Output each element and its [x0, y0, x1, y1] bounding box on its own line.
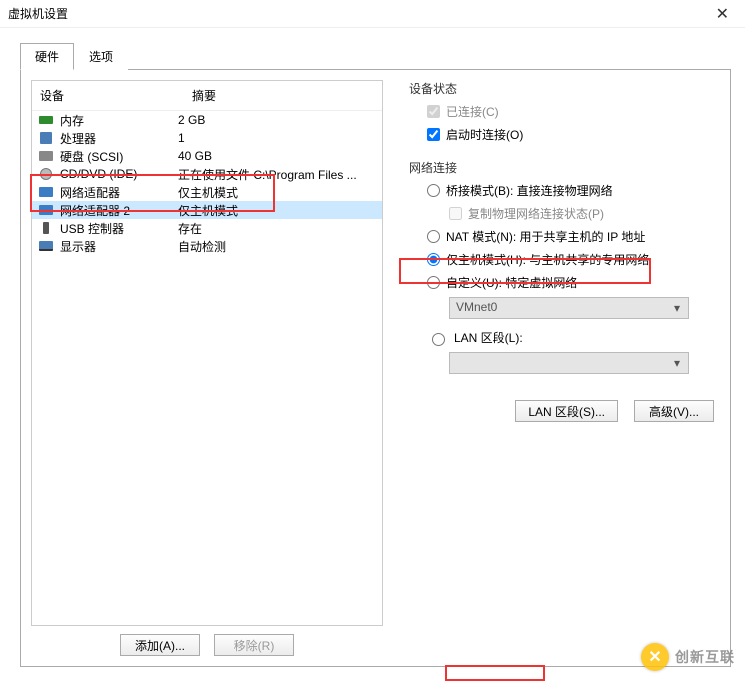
replicate-row: 复制物理网络连接状态(P) [449, 205, 714, 222]
device-header-summary: 摘要 [192, 87, 216, 104]
radio-bridged-label[interactable]: 桥接模式(B): 直接连接物理网络 [446, 182, 613, 199]
device-row-net1[interactable]: 网络适配器 仅主机模式 [32, 183, 382, 201]
tab-options[interactable]: 选项 [74, 43, 128, 70]
close-icon[interactable]: ✕ [708, 4, 737, 24]
device-row-usb[interactable]: USB 控制器 存在 [32, 219, 382, 237]
connect-at-power-label[interactable]: 启动时连接(O) [446, 126, 523, 143]
connected-label: 已连接(C) [446, 103, 499, 120]
advanced-button[interactable]: 高级(V)... [634, 400, 714, 422]
connected-checkbox [427, 105, 440, 118]
display-icon [38, 239, 54, 253]
device-row-cpu[interactable]: 处理器 1 [32, 129, 382, 147]
device-summary: 2 GB [178, 113, 376, 127]
device-summary: 自动检测 [178, 238, 376, 255]
device-row-display[interactable]: 显示器 自动检测 [32, 237, 382, 255]
title-bar: 虚拟机设置 ✕ [0, 0, 745, 28]
replicate-label: 复制物理网络连接状态(P) [468, 205, 604, 222]
device-status-title: 设备状态 [409, 80, 714, 97]
radio-hostonly[interactable] [427, 253, 440, 266]
radio-custom-row: 自定义(U): 特定虚拟网络 [427, 274, 714, 291]
connect-at-power-checkbox[interactable] [427, 128, 440, 141]
highlight-bottom [445, 665, 545, 681]
device-summary: 40 GB [178, 149, 376, 163]
device-name: 显示器 [60, 238, 96, 255]
connected-checkbox-row: 已连接(C) [427, 103, 714, 120]
network-icon [38, 203, 54, 217]
device-name: 网络适配器 [60, 184, 120, 201]
window-title: 虚拟机设置 [8, 5, 708, 22]
left-bottom-buttons: 添加(A)... 移除(R) [31, 634, 383, 656]
vmnet-select: VMnet0 [449, 297, 689, 319]
device-row-cd[interactable]: CD/DVD (IDE) 正在使用文件 C:\Program Files ... [32, 165, 382, 183]
right-buttons: LAN 区段(S)... 高级(V)... [409, 400, 714, 422]
tab-strip: 硬件 选项 [0, 28, 745, 69]
lan-segment-select [449, 352, 689, 374]
lan-segments-button[interactable]: LAN 区段(S)... [515, 400, 618, 422]
connect-at-power-row: 启动时连接(O) [427, 126, 714, 143]
usb-icon [38, 221, 54, 235]
radio-bridged-row: 桥接模式(B): 直接连接物理网络 [427, 182, 714, 199]
radio-nat-row: NAT 模式(N): 用于共享主机的 IP 地址 [427, 228, 714, 245]
device-header-device: 设备 [40, 87, 192, 104]
device-summary: 仅主机模式 [178, 202, 376, 219]
device-summary: 正在使用文件 C:\Program Files ... [178, 166, 376, 183]
add-button[interactable]: 添加(A)... [120, 634, 200, 656]
memory-icon [38, 113, 54, 127]
replicate-checkbox [449, 207, 462, 220]
disk-icon [38, 149, 54, 163]
right-panel: 设备状态 已连接(C) 启动时连接(O) 网络连接 桥接模式(B): 直接连接物… [403, 80, 720, 656]
device-name: CD/DVD (IDE) [60, 167, 137, 181]
cd-icon [38, 167, 54, 181]
device-name: USB 控制器 [60, 220, 124, 237]
cpu-icon [38, 131, 54, 145]
device-name: 网络适配器 2 [60, 202, 130, 219]
radio-lan-segment[interactable] [432, 333, 445, 346]
radio-custom-label[interactable]: 自定义(U): 特定虚拟网络 [446, 274, 577, 291]
device-summary: 仅主机模式 [178, 184, 376, 201]
watermark-text: 创新互联 [675, 647, 735, 667]
radio-custom[interactable] [427, 276, 440, 289]
radio-hostonly-label[interactable]: 仅主机模式(H): 与主机共享的专用网络 [446, 251, 649, 268]
device-row-memory[interactable]: 内存 2 GB [32, 111, 382, 129]
radio-nat-label[interactable]: NAT 模式(N): 用于共享主机的 IP 地址 [446, 228, 645, 245]
device-name: 处理器 [60, 130, 96, 147]
device-summary: 1 [178, 131, 376, 145]
remove-button: 移除(R) [214, 634, 294, 656]
watermark: ✕ 创新互联 [641, 643, 735, 671]
network-connection-title: 网络连接 [409, 159, 714, 176]
left-panel: 设备 摘要 内存 2 GB 处理器 1 硬盘 (SCSI) 40 GB CD/D… [31, 80, 383, 656]
device-row-net2[interactable]: 网络适配器 2 仅主机模式 [32, 201, 382, 219]
device-summary: 存在 [178, 220, 376, 237]
tab-content: 设备 摘要 内存 2 GB 处理器 1 硬盘 (SCSI) 40 GB CD/D… [20, 69, 731, 667]
device-name: 硬盘 (SCSI) [60, 148, 123, 165]
device-name: 内存 [60, 112, 84, 129]
device-list: 设备 摘要 内存 2 GB 处理器 1 硬盘 (SCSI) 40 GB CD/D… [31, 80, 383, 626]
network-icon [38, 185, 54, 199]
device-header: 设备 摘要 [32, 81, 382, 111]
lan-segment-label[interactable]: LAN 区段(L): [454, 329, 523, 346]
tab-hardware[interactable]: 硬件 [20, 43, 74, 70]
lan-segment-row: LAN 区段(L): [427, 329, 714, 346]
radio-nat[interactable] [427, 230, 440, 243]
device-row-disk[interactable]: 硬盘 (SCSI) 40 GB [32, 147, 382, 165]
watermark-icon: ✕ [641, 643, 669, 671]
radio-hostonly-row: 仅主机模式(H): 与主机共享的专用网络 [427, 251, 714, 268]
radio-bridged[interactable] [427, 184, 440, 197]
